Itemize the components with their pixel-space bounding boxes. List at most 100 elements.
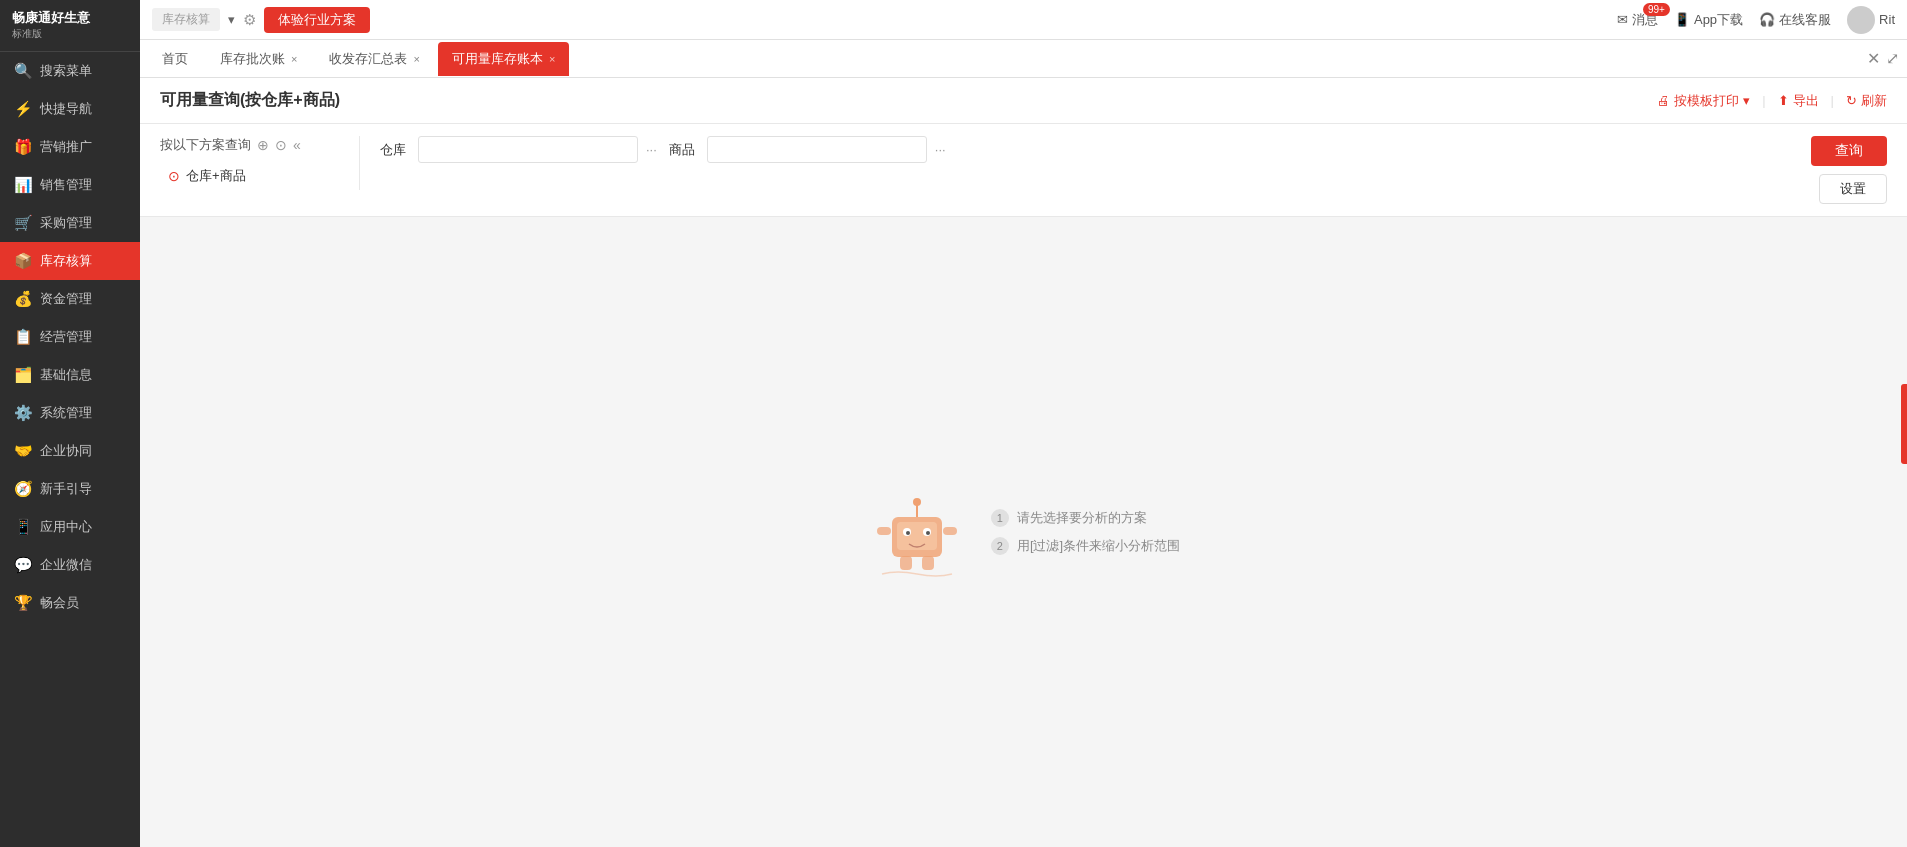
sidebar-label-marketing-promo: 营销推广	[40, 138, 92, 156]
svg-point-7	[913, 498, 921, 506]
tab-recv-summary[interactable]: 收发存汇总表 ×	[315, 42, 433, 76]
export-label: 导出	[1793, 92, 1819, 110]
sidebar-item-inventory-calc[interactable]: 📦 库存核算	[0, 242, 140, 280]
filter-actions: 查询 设置	[1811, 136, 1887, 204]
svg-rect-9	[943, 527, 957, 535]
tab-available-ledger[interactable]: 可用量库存账本×	[438, 42, 569, 76]
user-menu[interactable]: Rit	[1847, 6, 1895, 34]
printer-icon: 🖨	[1657, 93, 1670, 108]
sidebar-label-enterprise-wechat: 企业微信	[40, 556, 92, 574]
goods-more-button[interactable]: ···	[935, 142, 946, 157]
sidebar-logo: 畅康通好生意 标准版	[0, 0, 140, 52]
tip-number-2: 2	[991, 537, 1009, 555]
tab-home[interactable]: 首页	[148, 42, 202, 76]
app-download-button[interactable]: 📱 App下载	[1674, 11, 1743, 29]
sidebar-icon-enterprise-wechat: 💬	[14, 556, 32, 574]
svg-point-5	[926, 531, 930, 535]
scroll-indicator[interactable]	[1901, 384, 1907, 464]
refresh-button[interactable]: ↻ 刷新	[1846, 92, 1887, 110]
notification-button[interactable]: ✉ 消息 99+	[1617, 11, 1658, 29]
goods-input[interactable]	[707, 136, 927, 163]
sidebar-label-basic-info: 基础信息	[40, 366, 92, 384]
close-all-tabs-button[interactable]: ✕	[1867, 49, 1880, 68]
sidebar-icon-enterprise-coop: 🤝	[14, 442, 32, 460]
mobile-icon: 📱	[1674, 12, 1690, 27]
breadcrumb-dropdown[interactable]: ▾	[228, 12, 235, 27]
query-button[interactable]: 查询	[1811, 136, 1887, 166]
sidebar-icon-funds-mgmt: 💰	[14, 290, 32, 308]
sidebar-item-basic-info[interactable]: 🗂️ 基础信息	[0, 356, 140, 394]
filter-settings-button[interactable]: 设置	[1819, 174, 1887, 204]
sidebar-label-shortcut: 快捷导航	[40, 100, 92, 118]
tab-label-recv-summary: 收发存汇总表	[329, 50, 407, 68]
sidebar-item-app-center[interactable]: 📱应用中心	[0, 508, 140, 546]
warehouse-more-button[interactable]: ···	[646, 142, 657, 157]
sidebar-label-sys-mgmt: 系统管理	[40, 404, 92, 422]
sidebar-item-ops-mgmt[interactable]: 📋经营管理	[0, 318, 140, 356]
empty-tip-2: 2 用[过滤]条件来缩小分析范围	[991, 537, 1180, 555]
sidebar-label-enterprise-coop: 企业协同	[40, 442, 92, 460]
goods-label: 商品	[669, 141, 699, 159]
sidebar-label-ops-mgmt: 经营管理	[40, 328, 92, 346]
tabs-bar: 首页库存批次账×收发存汇总表×可用量库存账本× ✕ ⤢	[140, 40, 1907, 78]
sidebar-icon-basic-info: 🗂️	[14, 366, 32, 384]
sidebar-label-app-center: 应用中心	[40, 518, 92, 536]
print-label: 按模板打印	[1674, 92, 1739, 110]
sidebar-icon-shortcut: ⚡	[14, 100, 32, 118]
sidebar-label-sales-mgmt: 销售管理	[40, 176, 92, 194]
sidebar-icon-sales-mgmt: 📊	[14, 176, 32, 194]
refresh-label: 刷新	[1861, 92, 1887, 110]
sidebar-icon-sys-mgmt: ⚙️	[14, 404, 32, 422]
logo-title: 畅康通好生意	[12, 10, 128, 27]
sidebar-item-sys-mgmt[interactable]: ⚙️ 系统管理	[0, 394, 140, 432]
close-tab-batch-ledger[interactable]: ×	[291, 53, 297, 65]
scheme-header: 按以下方案查询 ⊕ ⊙ «	[160, 136, 347, 154]
print-dropdown-icon[interactable]: ▾	[1743, 93, 1750, 108]
close-tab-available-ledger[interactable]: ×	[549, 53, 555, 65]
exp-industry-button[interactable]: 体验行业方案	[264, 7, 370, 33]
sidebar-icon-inventory-calc: 📦	[14, 252, 32, 270]
expand-tab-button[interactable]: ⤢	[1886, 49, 1899, 68]
topbar-gear-icon[interactable]: ⚙	[243, 11, 256, 29]
tab-batch-ledger[interactable]: 库存批次账 ×	[206, 42, 311, 76]
close-tab-recv-summary[interactable]: ×	[413, 53, 419, 65]
print-button[interactable]: 🖨 按模板打印 ▾	[1657, 92, 1750, 110]
sidebar-label-new-user: 新手引导	[40, 480, 92, 498]
goods-field-row: 商品 ···	[669, 136, 946, 163]
warehouse-input[interactable]	[418, 136, 638, 163]
empty-illustration	[867, 482, 967, 582]
sidebar-label-purchase-mgmt: 采购管理	[40, 214, 92, 232]
empty-tip-1: 1 请先选择要分析的方案	[991, 509, 1180, 527]
sidebar-item-enterprise-coop[interactable]: 🤝 企业协同	[0, 432, 140, 470]
scheme-item-warehouse-goods[interactable]: ⊙ 仓库+商品	[160, 162, 347, 190]
online-service-button[interactable]: 🎧 在线客服	[1759, 11, 1831, 29]
sidebar-item-vip[interactable]: 🏆畅会员	[0, 584, 140, 622]
sidebar-item-search[interactable]: 🔍搜索菜单	[0, 52, 140, 90]
sidebar-item-shortcut[interactable]: ⚡ 快捷导航	[0, 90, 140, 128]
sidebar-icon-marketing-promo: 🎁	[14, 138, 32, 156]
filter-area: 按以下方案查询 ⊕ ⊙ « ⊙ 仓库+商品 仓库 ··· 商品	[140, 124, 1907, 217]
sidebar-item-funds-mgmt[interactable]: 💰资金管理	[0, 280, 140, 318]
empty-tips: 1 请先选择要分析的方案 2 用[过滤]条件来缩小分析范围	[991, 509, 1180, 555]
tabs-bar-actions: ✕ ⤢	[1867, 49, 1899, 68]
topbar-right: ✉ 消息 99+ 📱 App下载 🎧 在线客服 Rit	[1617, 6, 1895, 34]
sidebar-item-purchase-mgmt[interactable]: 🛒采购管理	[0, 204, 140, 242]
sidebar-icon-search: 🔍	[14, 62, 32, 80]
filter-fields-panel: 仓库 ··· 商品 ···	[360, 136, 1811, 163]
bell-icon: ✉	[1617, 12, 1628, 27]
collapse-scheme-button[interactable]: «	[293, 137, 301, 153]
sidebar-label-inventory-calc: 库存核算	[40, 252, 92, 270]
tabs-container: 首页库存批次账×收发存汇总表×可用量库存账本×	[148, 42, 569, 76]
sidebar-icon-vip: 🏆	[14, 594, 32, 612]
tab-label-batch-ledger: 库存批次账	[220, 50, 285, 68]
sidebar-item-new-user[interactable]: 🧭新手引导	[0, 470, 140, 508]
topbar-breadcrumb: 库存核算	[152, 8, 220, 31]
add-scheme-button[interactable]: ⊕	[257, 137, 269, 153]
sidebar-item-sales-mgmt[interactable]: 📊 销售管理	[0, 166, 140, 204]
settings-scheme-button[interactable]: ⊙	[275, 137, 287, 153]
export-button[interactable]: ⬆ 导出	[1778, 92, 1819, 110]
sidebar-item-enterprise-wechat[interactable]: 💬 企业微信	[0, 546, 140, 584]
tip-text-1: 请先选择要分析的方案	[1017, 509, 1147, 527]
scheme-item-label: 仓库+商品	[186, 167, 246, 185]
sidebar-item-marketing-promo[interactable]: 🎁 营销推广	[0, 128, 140, 166]
